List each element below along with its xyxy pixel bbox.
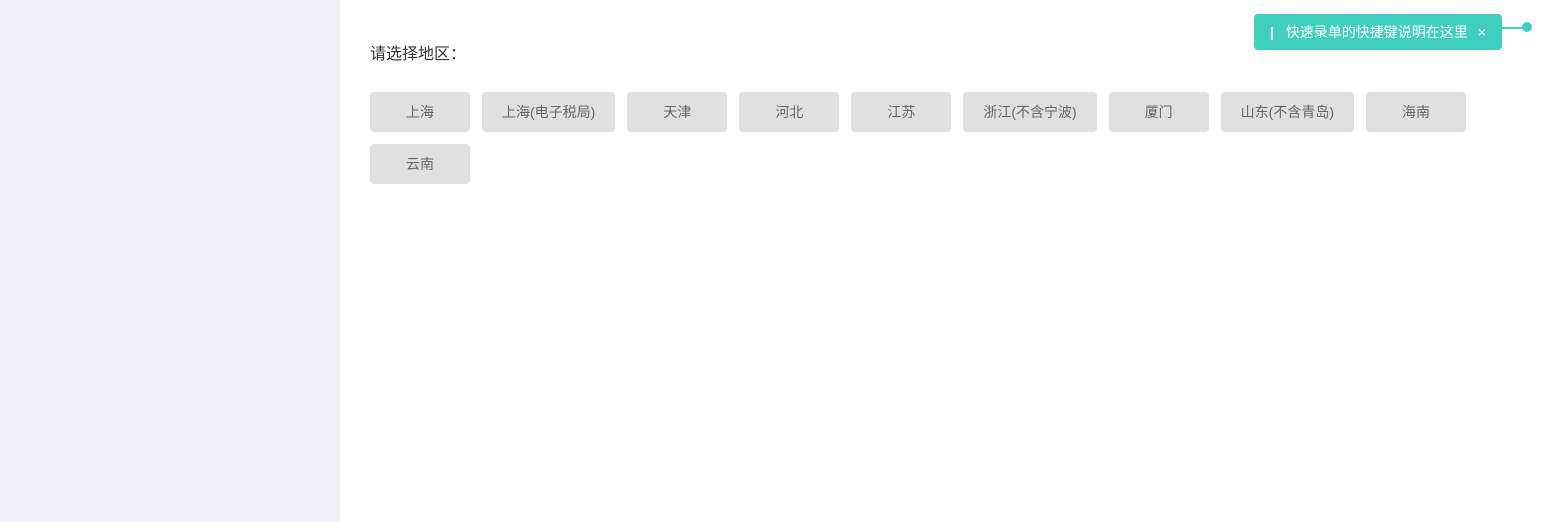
region-button-2[interactable]: 上海(电子税局)	[482, 92, 615, 132]
tooltip-close-button[interactable]: ×	[1478, 24, 1486, 40]
region-button-7[interactable]: 厦门	[1109, 92, 1209, 132]
tooltip-text: 快速录单的快捷键说明在这里	[1286, 22, 1468, 42]
region-button-9[interactable]: 海南	[1366, 92, 1466, 132]
tooltip-connector-dot	[1522, 22, 1532, 32]
region-button-10[interactable]: 云南	[370, 144, 470, 184]
tooltip-connector-line	[1502, 27, 1524, 29]
region-button-5[interactable]: 江苏	[851, 92, 951, 132]
region-buttons-container: 上海上海(电子税局) 天津河北江苏浙江(不含宁波) 厦门山东(不含青岛) 海南云南	[370, 92, 1532, 184]
main-content: 请选择地区： 上海上海(电子税局)天津河北江苏浙江(不含宁波)厦门山东(不含青岛…	[340, 0, 1562, 522]
tooltip-banner: 快速录单的快捷键说明在这里 ×	[1254, 14, 1502, 50]
region-button-3[interactable]: 天津	[627, 92, 727, 132]
region-button-8[interactable]: 山东(不含青岛)	[1221, 92, 1354, 132]
region-button-1[interactable]: 上海	[370, 92, 470, 132]
sidebar	[0, 0, 340, 522]
region-button-4[interactable]: 河北	[739, 92, 839, 132]
region-button-6[interactable]: 浙江(不含宁波)	[963, 92, 1096, 132]
